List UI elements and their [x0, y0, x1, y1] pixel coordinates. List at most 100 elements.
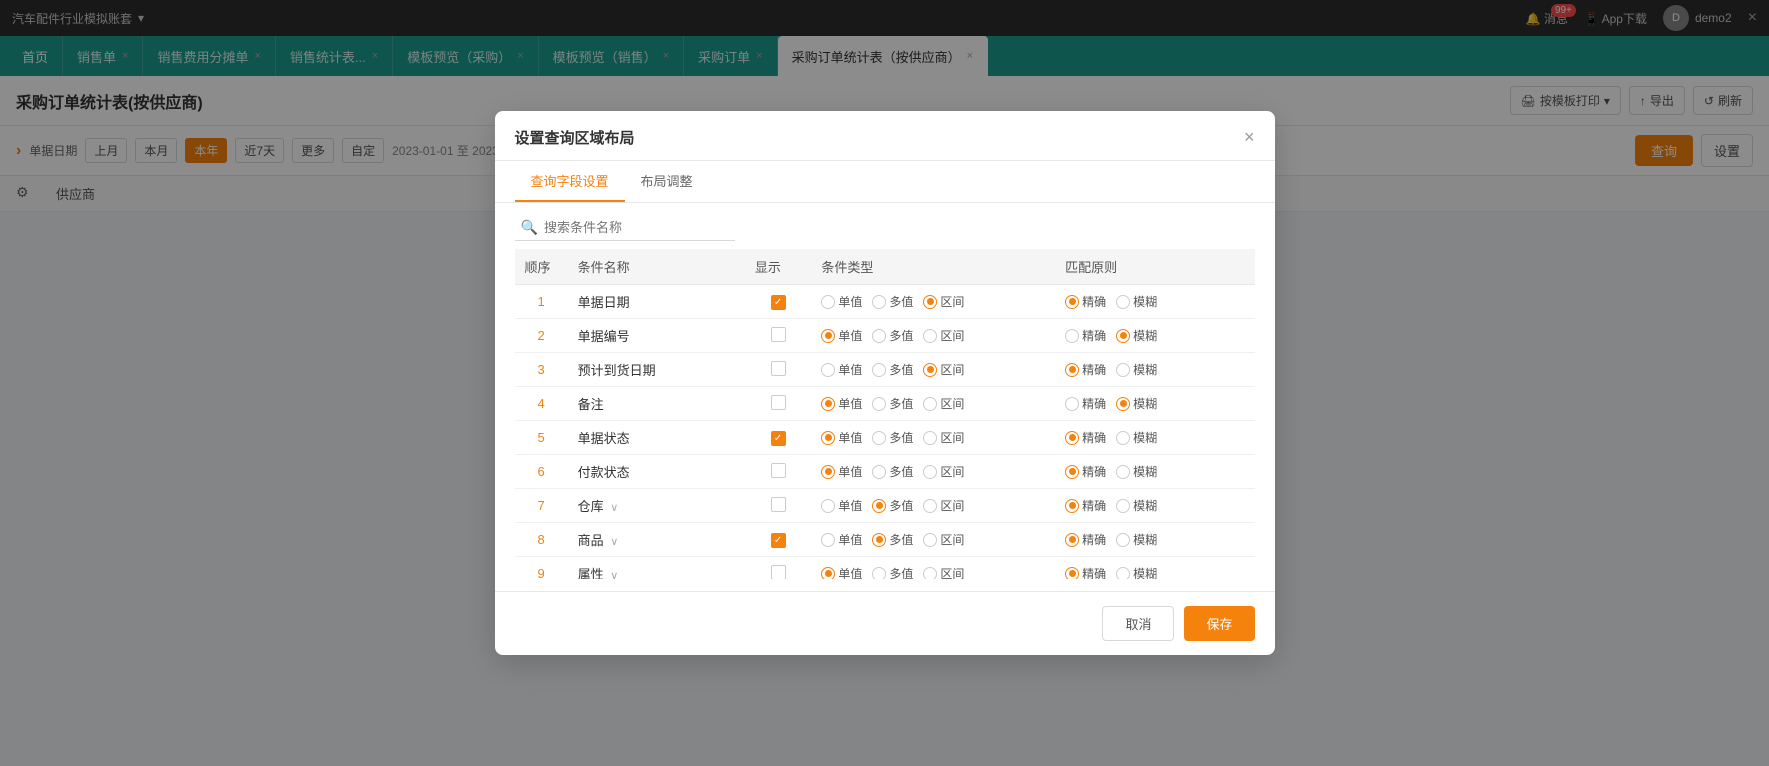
- search-input[interactable]: [544, 220, 714, 235]
- type-option-区间[interactable]: 区间: [923, 429, 964, 446]
- match-radio-group: 精确 模糊: [1065, 463, 1244, 480]
- type-option-多值[interactable]: 多值: [872, 429, 913, 446]
- table-row: 1单据日期✓ 单值 多值 区间 精确 模糊: [515, 285, 1255, 319]
- display-checkbox[interactable]: ✓: [771, 431, 786, 446]
- type-option-多值[interactable]: 多值: [872, 531, 913, 548]
- expand-arrow[interactable]: ∨: [610, 536, 618, 548]
- display-checkbox[interactable]: [771, 395, 786, 410]
- type-option-单值[interactable]: 单值: [821, 531, 862, 548]
- dialog-tabs: 查询字段设置 布局调整: [495, 161, 1275, 203]
- display-checkbox[interactable]: [771, 565, 786, 580]
- condition-name: 单据编号: [568, 319, 745, 353]
- type-option-多值[interactable]: 多值: [872, 497, 913, 514]
- type-option-单值[interactable]: 单值: [821, 565, 862, 579]
- table-header-row: 顺序 条件名称 显示 条件类型 匹配原则: [515, 249, 1255, 285]
- type-option-单值[interactable]: 单值: [821, 395, 862, 412]
- th-display: 显示: [745, 249, 811, 285]
- table-scroll[interactable]: 顺序 条件名称 显示 条件类型 匹配原则 1单据日期✓ 单值 多值 区间: [515, 249, 1255, 579]
- type-option-多值[interactable]: 多值: [872, 327, 913, 344]
- match-option-模糊[interactable]: 模糊: [1116, 429, 1157, 446]
- type-option-多值[interactable]: 多值: [872, 463, 913, 480]
- type-radio-group: 单值 多值 区间: [821, 327, 1045, 344]
- order-number: 9: [537, 566, 544, 579]
- cancel-button[interactable]: 取消: [1102, 606, 1174, 641]
- display-checkbox[interactable]: [771, 327, 786, 342]
- display-checkbox[interactable]: ✓: [771, 295, 786, 310]
- match-option-模糊[interactable]: 模糊: [1116, 497, 1157, 514]
- display-checkbox[interactable]: ✓: [771, 533, 786, 548]
- match-option-精确[interactable]: 精确: [1065, 565, 1106, 579]
- order-number: 5: [537, 430, 544, 445]
- table-row: 2单据编号 单值 多值 区间 精确 模糊: [515, 319, 1255, 353]
- match-option-模糊[interactable]: 模糊: [1116, 395, 1157, 412]
- match-option-精确[interactable]: 精确: [1065, 361, 1106, 378]
- order-number: 6: [537, 464, 544, 479]
- dialog-footer: 取消 保存: [495, 591, 1275, 655]
- condition-name: 商品 ∨: [568, 523, 745, 557]
- match-radio-group: 精确 模糊: [1065, 361, 1244, 378]
- match-radio-group: 精确 模糊: [1065, 565, 1244, 579]
- type-option-单值[interactable]: 单值: [821, 497, 862, 514]
- table-row: 8商品 ∨✓ 单值 多值 区间 精确 模糊: [515, 523, 1255, 557]
- type-option-多值[interactable]: 多值: [872, 565, 913, 579]
- type-option-多值[interactable]: 多值: [872, 361, 913, 378]
- type-option-区间[interactable]: 区间: [923, 565, 964, 579]
- type-option-多值[interactable]: 多值: [872, 395, 913, 412]
- expand-arrow[interactable]: ∨: [610, 570, 618, 579]
- match-option-模糊[interactable]: 模糊: [1116, 293, 1157, 310]
- type-radio-group: 单值 多值 区间: [821, 463, 1045, 480]
- match-option-模糊[interactable]: 模糊: [1116, 361, 1157, 378]
- display-checkbox[interactable]: [771, 463, 786, 478]
- match-option-精确[interactable]: 精确: [1065, 395, 1106, 412]
- type-radio-group: 单值 多值 区间: [821, 497, 1045, 514]
- th-type: 条件类型: [811, 249, 1055, 285]
- dialog-tab-layout[interactable]: 布局调整: [625, 161, 709, 202]
- type-option-区间[interactable]: 区间: [923, 293, 964, 310]
- dialog-close-button[interactable]: ×: [1244, 127, 1255, 148]
- order-number: 7: [537, 498, 544, 513]
- table-row: 3预计到货日期 单值 多值 区间 精确 模糊: [515, 353, 1255, 387]
- type-option-单值[interactable]: 单值: [821, 429, 862, 446]
- match-option-模糊[interactable]: 模糊: [1116, 565, 1157, 579]
- display-checkbox[interactable]: [771, 497, 786, 512]
- type-option-单值[interactable]: 单值: [821, 293, 862, 310]
- type-radio-group: 单值 多值 区间: [821, 531, 1045, 548]
- match-option-模糊[interactable]: 模糊: [1116, 327, 1157, 344]
- type-option-单值[interactable]: 单值: [821, 361, 862, 378]
- type-option-单值[interactable]: 单值: [821, 463, 862, 480]
- search-icon: 🔍: [521, 219, 538, 236]
- condition-name: 单据日期: [568, 285, 745, 319]
- type-option-区间[interactable]: 区间: [923, 463, 964, 480]
- dialog-body: 顺序 条件名称 显示 条件类型 匹配原则 1单据日期✓ 单值 多值 区间: [495, 249, 1275, 591]
- condition-name: 备注: [568, 387, 745, 421]
- match-radio-group: 精确 模糊: [1065, 293, 1244, 310]
- match-option-精确[interactable]: 精确: [1065, 497, 1106, 514]
- th-name: 条件名称: [568, 249, 745, 285]
- match-option-精确[interactable]: 精确: [1065, 531, 1106, 548]
- match-radio-group: 精确 模糊: [1065, 395, 1244, 412]
- condition-name: 仓库 ∨: [568, 489, 745, 523]
- match-option-精确[interactable]: 精确: [1065, 327, 1106, 344]
- type-option-多值[interactable]: 多值: [872, 293, 913, 310]
- type-option-单值[interactable]: 单值: [821, 327, 862, 344]
- search-input-wrap: 🔍: [515, 215, 735, 241]
- match-option-精确[interactable]: 精确: [1065, 293, 1106, 310]
- match-option-精确[interactable]: 精确: [1065, 429, 1106, 446]
- expand-arrow[interactable]: ∨: [610, 502, 618, 514]
- order-number: 4: [537, 396, 544, 411]
- dialog-tab-fields[interactable]: 查询字段设置: [515, 161, 625, 202]
- type-option-区间[interactable]: 区间: [923, 361, 964, 378]
- match-option-精确[interactable]: 精确: [1065, 463, 1106, 480]
- display-checkbox[interactable]: [771, 361, 786, 376]
- match-option-模糊[interactable]: 模糊: [1116, 463, 1157, 480]
- match-option-模糊[interactable]: 模糊: [1116, 531, 1157, 548]
- type-radio-group: 单值 多值 区间: [821, 429, 1045, 446]
- type-option-区间[interactable]: 区间: [923, 327, 964, 344]
- match-radio-group: 精确 模糊: [1065, 531, 1244, 548]
- save-button[interactable]: 保存: [1184, 606, 1254, 641]
- th-match: 匹配原则: [1055, 249, 1254, 285]
- type-option-区间[interactable]: 区间: [923, 531, 964, 548]
- table-row: 7 仓库 ∨ 单值 多值 区间 精确 模糊: [515, 489, 1255, 523]
- type-option-区间[interactable]: 区间: [923, 395, 964, 412]
- type-option-区间[interactable]: 区间: [923, 497, 964, 514]
